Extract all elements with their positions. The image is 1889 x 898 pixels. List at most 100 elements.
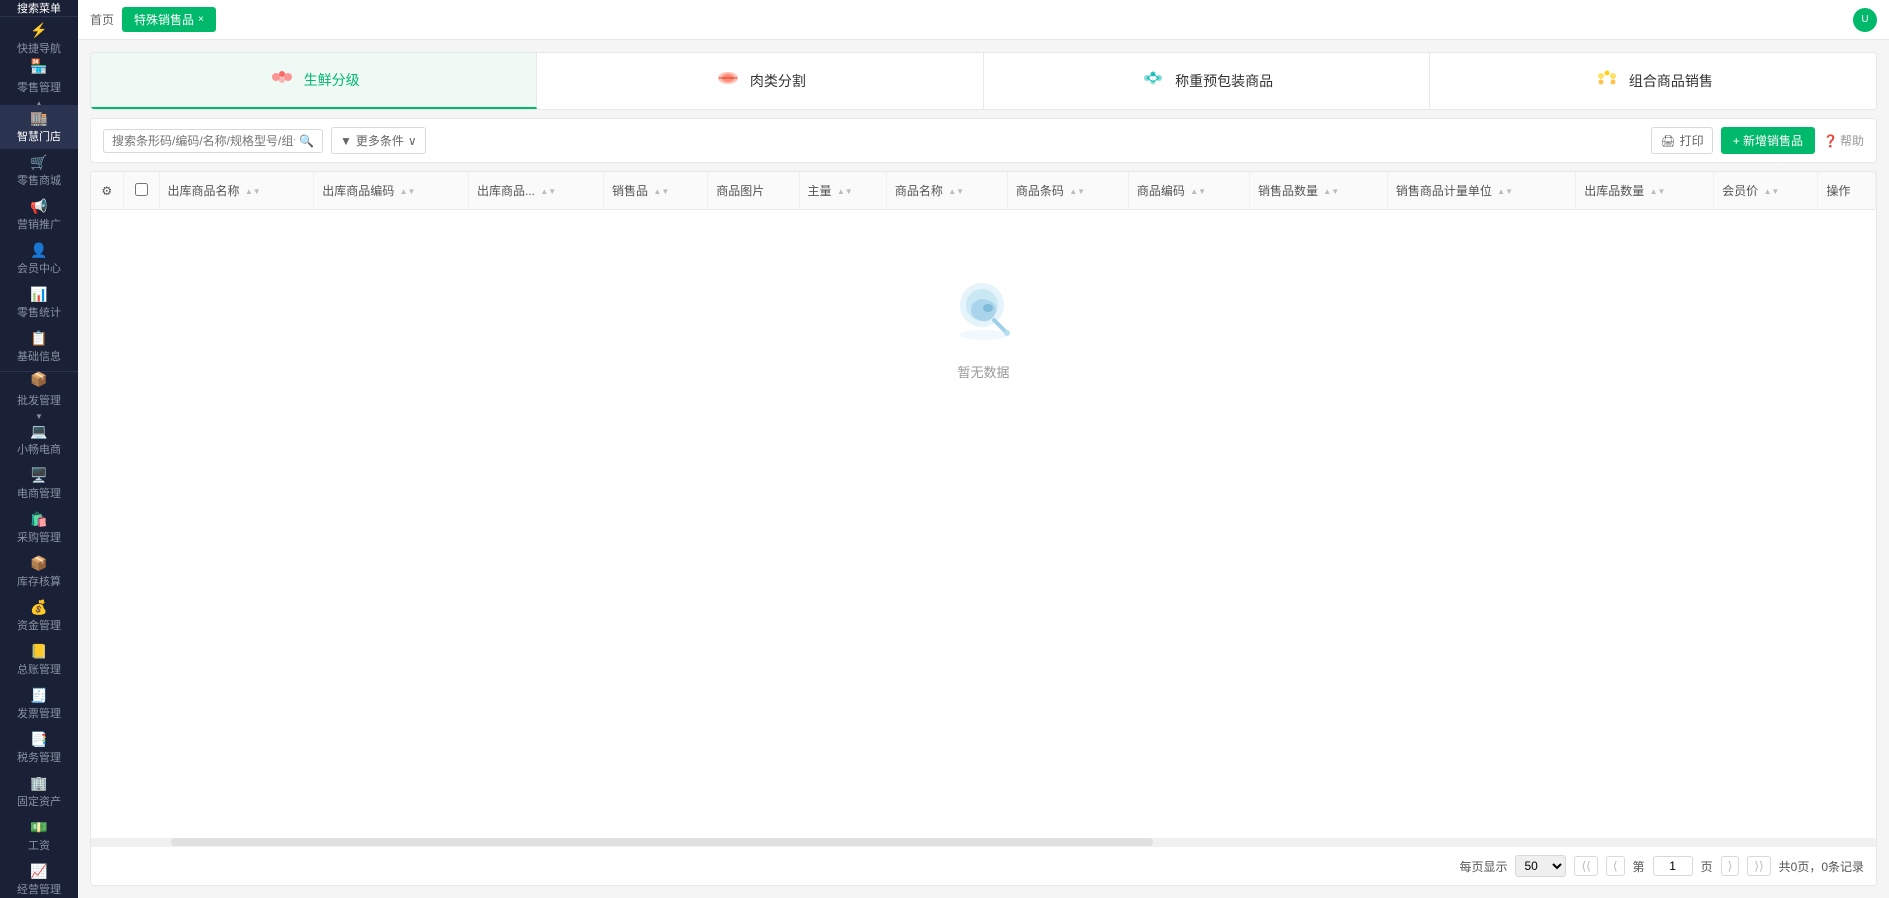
bottom-scrollbar[interactable]	[91, 838, 1876, 846]
sort-product-name-icon[interactable]: ▲▼	[948, 188, 964, 196]
ecommerce-mgmt-icon: 🖥️	[30, 466, 47, 486]
sort-sale-product-icon[interactable]: ▲▼	[653, 188, 669, 196]
retail-stats-icon: 📊	[30, 285, 47, 305]
mini-ecommerce-icon: 💻	[30, 422, 47, 442]
sidebar-item-smart-store[interactable]: 🏬 智慧门店	[0, 105, 78, 149]
page-size-select[interactable]: 50 10 20 100	[1515, 855, 1566, 877]
sidebar-item-member-center[interactable]: 👤 会员中心	[0, 237, 78, 281]
sidebar-item-label: 营销推广	[17, 218, 61, 233]
tab-close-icon[interactable]: ×	[198, 14, 204, 25]
sort-main-quantity-icon[interactable]: ▲▼	[837, 188, 853, 196]
filter-arrow-icon: ∨	[408, 134, 417, 148]
th-operation: 操作	[1818, 172, 1876, 210]
content-area: 生鲜分级 肉类分割	[78, 40, 1889, 898]
sidebar-item-mini-ecommerce[interactable]: 💻 小畅电商	[0, 418, 78, 462]
page-unit-label: 页	[1701, 858, 1713, 875]
sort-sale-unit-icon[interactable]: ▲▼	[1497, 188, 1513, 196]
sidebar: 搜索菜单 ⚡ 快捷导航 🏪 零售管理 ▲ 🏬 智慧门店 🛒 零售商城 📢 营销推…	[0, 0, 78, 898]
sidebar-item-ecommerce-mgmt[interactable]: 🖥️ 电商管理	[0, 462, 78, 506]
sidebar-item-quick-nav[interactable]: ⚡ 快捷导航	[0, 17, 78, 61]
meat-cut-icon	[714, 68, 742, 94]
sidebar-item-label: 基础信息	[17, 350, 61, 365]
wages-icon: 💵	[30, 818, 47, 838]
empty-state-icon	[944, 270, 1024, 350]
sidebar-item-label: 资金管理	[17, 619, 61, 634]
sidebar-item-inventory-check[interactable]: 📦 库存核算	[0, 550, 78, 594]
sort-out-product-spec-icon[interactable]: ▲▼	[540, 188, 556, 196]
sort-member-price-icon[interactable]: ▲▼	[1763, 188, 1779, 196]
th-sale-unit-label: 销售商品计量单位	[1396, 184, 1492, 198]
th-out-quantity-label: 出库品数量	[1584, 184, 1644, 198]
sidebar-item-label: 采购管理	[17, 531, 61, 546]
prev-page-button[interactable]: ⟨	[1606, 856, 1625, 876]
combo-sales-icon	[1593, 68, 1621, 94]
sort-out-product-code-icon[interactable]: ▲▼	[400, 188, 416, 196]
help-label: 帮助	[1840, 132, 1864, 149]
sort-out-product-name-icon[interactable]: ▲▼	[245, 188, 261, 196]
fresh-grade-icon	[268, 67, 296, 93]
th-main-quantity-label: 主量	[808, 184, 832, 198]
sidebar-item-label: 经营管理	[17, 883, 61, 898]
sidebar-item-basic-info[interactable]: 📋 基础信息	[0, 325, 78, 369]
sidebar-item-finance-mgmt[interactable]: 💰 资金管理	[0, 594, 78, 638]
pagination: 每页显示 50 10 20 100 ⟨⟨ ⟨ 第 页 ⟩ ⟩⟩ 共0页，0条记录	[91, 846, 1876, 885]
sidebar-item-retail-stats[interactable]: 📊 零售统计	[0, 281, 78, 325]
sidebar-item-retail-mall[interactable]: 🛒 零售商城	[0, 149, 78, 193]
home-link[interactable]: 首页	[90, 11, 114, 28]
print-icon: 🖨	[1660, 134, 1675, 148]
topbar-right: U	[1853, 8, 1877, 32]
cat-tab-meat-cut[interactable]: 肉类分割	[537, 53, 983, 109]
sidebar-item-retail-mgmt[interactable]: 🏪 零售管理 ▲	[0, 61, 78, 105]
general-ledger-icon: 📒	[30, 642, 47, 662]
th-out-product-name: 出库商品名称 ▲▼	[159, 172, 314, 210]
sidebar-item-operations-mgmt[interactable]: 📈 经营管理	[0, 858, 78, 898]
column-settings-icon[interactable]: ⚙	[101, 184, 112, 198]
first-page-button[interactable]: ⟨⟨	[1574, 856, 1597, 876]
sort-product-barcode-icon[interactable]: ▲▼	[1069, 188, 1085, 196]
sidebar-item-wholesale-mgmt[interactable]: 📦 批发管理 ▼	[0, 374, 78, 418]
page-number-input[interactable]	[1653, 856, 1693, 876]
active-tab[interactable]: 特殊销售品 ×	[122, 7, 216, 32]
sidebar-item-wages[interactable]: 💵 工资	[0, 814, 78, 858]
sidebar-item-invoice-mgmt[interactable]: 🧾 发票管理	[0, 682, 78, 726]
th-out-product-code: 出库商品编码 ▲▼	[314, 172, 469, 210]
next-page-button[interactable]: ⟩	[1721, 856, 1740, 876]
th-member-price: 会员价 ▲▼	[1714, 172, 1818, 210]
cat-tab-scale-package-label: 称重预包装商品	[1175, 71, 1273, 91]
page-label: 第	[1633, 858, 1645, 875]
sidebar-item-label: 小畅电商	[17, 443, 61, 458]
sidebar-item-label: 快捷导航	[17, 42, 61, 57]
page-size-label: 每页显示	[1459, 858, 1507, 875]
sidebar-item-label: 零售商城	[17, 174, 61, 189]
sidebar-item-sales-promo[interactable]: 📢 营销推广	[0, 193, 78, 237]
sidebar-item-label: 总账管理	[17, 663, 61, 678]
toolbar: 🔍 ▼ 更多条件 ∨ 🖨 打印 + 新增销售品 ❓ 帮助	[90, 118, 1877, 163]
last-page-button[interactable]: ⟩⟩	[1747, 856, 1770, 876]
cat-tab-combo-sales[interactable]: 组合商品销售	[1430, 53, 1876, 109]
sort-out-quantity-icon[interactable]: ▲▼	[1650, 188, 1666, 196]
sidebar-item-purchase-mgmt[interactable]: 🛍️ 采购管理	[0, 506, 78, 550]
help-button[interactable]: ❓ 帮助	[1823, 132, 1864, 149]
th-out-product-spec-label: 出库商品...	[477, 184, 535, 198]
sidebar-item-tax-mgmt[interactable]: 📑 税务管理	[0, 726, 78, 770]
category-tabs: 生鲜分级 肉类分割	[90, 52, 1877, 110]
cat-tab-scale-package[interactable]: 称重预包装商品	[984, 53, 1430, 109]
retail-mgmt-icon: 🏪	[30, 57, 47, 77]
th-out-quantity: 出库品数量 ▲▼	[1576, 172, 1714, 210]
print-button[interactable]: 🖨 打印	[1651, 127, 1712, 154]
th-product-barcode-label: 商品条码	[1016, 184, 1064, 198]
empty-text: 暂无数据	[957, 362, 1009, 381]
search-input[interactable]	[112, 134, 295, 148]
add-sale-product-button[interactable]: + 新增销售品	[1721, 127, 1815, 154]
sort-sale-quantity-icon[interactable]: ▲▼	[1323, 188, 1339, 196]
sort-product-code-icon[interactable]: ▲▼	[1190, 188, 1206, 196]
sidebar-item-label: 发票管理	[17, 707, 61, 722]
th-member-price-label: 会员价	[1722, 184, 1758, 198]
search-icon[interactable]: 🔍	[299, 134, 314, 148]
sidebar-item-general-ledger[interactable]: 📒 总账管理	[0, 638, 78, 682]
select-all-checkbox[interactable]	[135, 183, 148, 196]
cat-tab-fresh-grade[interactable]: 生鲜分级	[91, 53, 537, 109]
sidebar-item-fixed-assets[interactable]: 🏢 固定资产	[0, 770, 78, 814]
sidebar-item-label: 零售统计	[17, 306, 61, 321]
filter-button[interactable]: ▼ 更多条件 ∨	[331, 127, 426, 154]
